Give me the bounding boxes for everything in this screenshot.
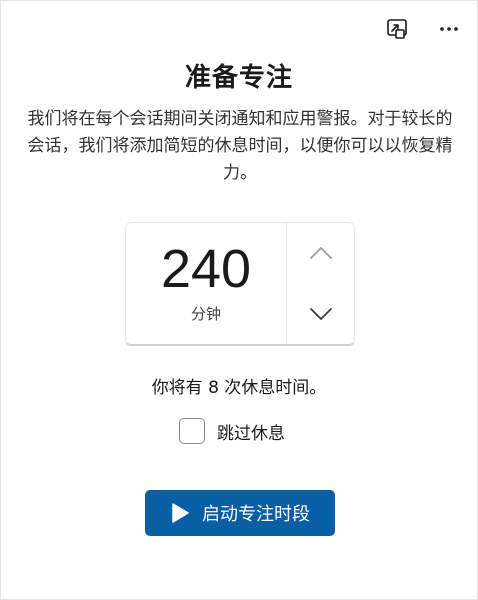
skip-breaks-checkbox[interactable] <box>179 418 205 444</box>
open-in-window-icon <box>387 19 407 39</box>
chevron-down-icon <box>309 307 332 320</box>
duration-value: 240 <box>160 239 252 299</box>
skip-breaks-option[interactable]: 跳过休息 <box>179 418 285 444</box>
top-actions <box>383 15 463 43</box>
more-options-icon <box>440 27 458 31</box>
duration-picker: 240 分钟 <box>125 222 355 346</box>
decrease-duration-button[interactable] <box>287 284 354 345</box>
play-icon <box>172 503 189 523</box>
duration-stepper <box>287 223 354 344</box>
focus-session-panel: 准备专注 我们将在每个会话期间关闭通知和应用警报。对于较长的会话，我们将添加简短… <box>0 0 478 600</box>
start-focus-session-button[interactable]: 启动专注时段 <box>145 490 335 536</box>
duration-display[interactable]: 240 分钟 <box>126 223 287 344</box>
breaks-info: 你将有 8 次休息时间。 <box>151 378 327 398</box>
open-in-window-button[interactable] <box>383 15 411 43</box>
duration-unit: 分钟 <box>190 305 221 323</box>
start-focus-session-label: 启动专注时段 <box>202 504 310 525</box>
page-title: 准备专注 <box>184 63 293 93</box>
skip-breaks-label: 跳过休息 <box>217 423 285 444</box>
increase-duration-button[interactable] <box>287 223 354 284</box>
more-options-button[interactable] <box>435 15 463 43</box>
description-text: 我们将在每个会话期间关闭通知和应用警报。对于较长的会话，我们将添加简短的休息时间… <box>27 109 453 183</box>
chevron-up-icon <box>309 247 332 260</box>
